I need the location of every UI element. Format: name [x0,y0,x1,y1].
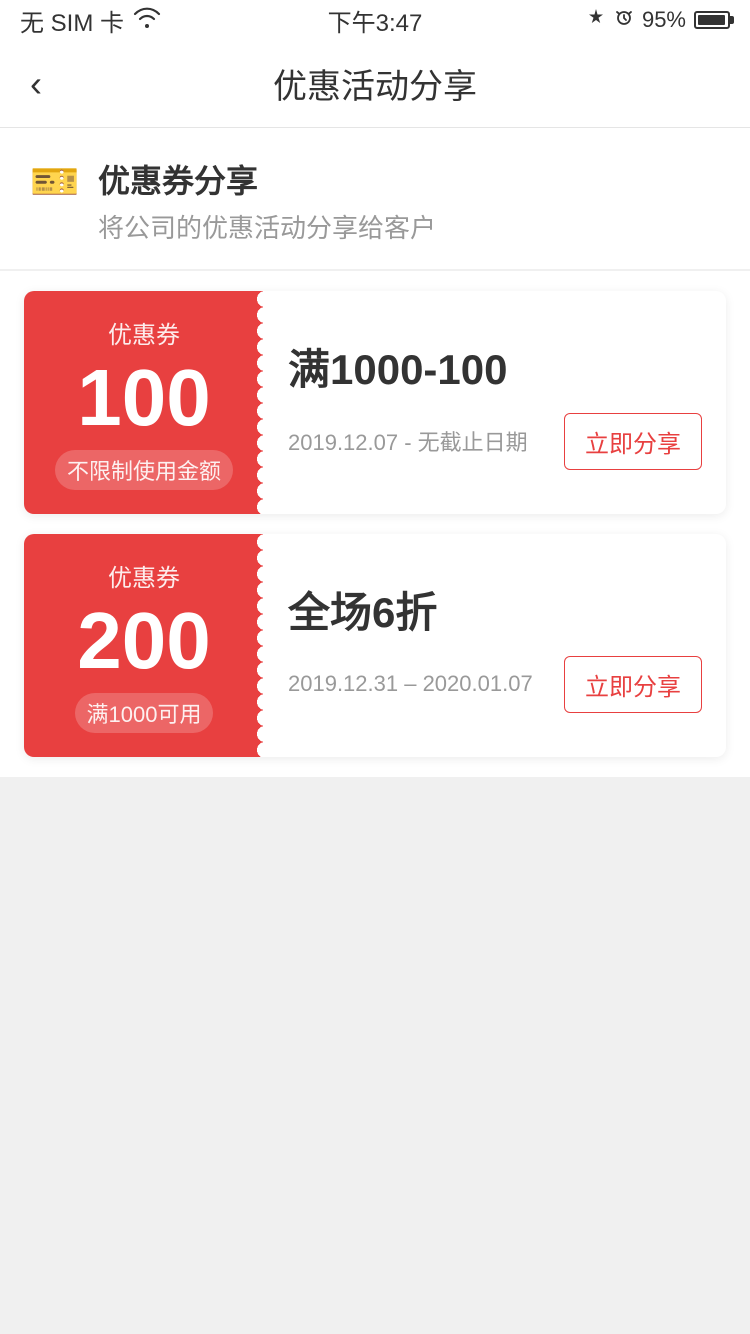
coupon-date: 2019.12.07 - 无截止日期 [288,425,554,457]
coupon-meta: 2019.12.31 – 2020.01.07 立即分享 [288,656,702,713]
section-subtitle: 将公司的优惠活动分享给客户 [98,208,436,245]
wifi-icon [132,6,162,35]
coupon-date: 2019.12.31 – 2020.01.07 [288,671,554,697]
coupon-meta: 2019.12.07 - 无截止日期 立即分享 [288,413,702,470]
section-text: 优惠券分享 将公司的优惠活动分享给客户 [98,156,436,245]
carrier-text: 无 SIM 卡 [20,3,124,38]
alarm-icon [614,7,634,33]
battery-icon [694,11,730,29]
location-icon [586,7,606,33]
share-button[interactable]: 立即分享 [564,656,702,713]
nav-bar: ‹ 优惠活动分享 [0,40,750,128]
coupon-title: 满1000-100 [288,336,702,397]
status-left: 无 SIM 卡 [20,3,162,38]
page-title: 优惠活动分享 [273,59,477,108]
status-bar: 无 SIM 卡 下午3:47 95% [0,0,750,40]
coupon-label: 优惠券 [108,558,180,593]
coupon-condition: 满1000可用 [75,693,214,733]
coupon-right: 满1000-100 2019.12.07 - 无截止日期 立即分享 [264,291,726,514]
coupon-title: 全场6折 [288,579,702,640]
coupon-list: 优惠券 100 不限制使用金额 满1000-100 2019.12.07 - 无… [0,271,750,777]
coupon-left: 优惠券 200 满1000可用 [24,534,264,757]
coupon-amount: 100 [77,358,210,438]
coupon-amount: 200 [77,601,210,681]
coupon-right: 全场6折 2019.12.31 – 2020.01.07 立即分享 [264,534,726,757]
battery-percent: 95% [642,7,686,33]
section-icon: 🎫 [30,158,82,210]
coupon-condition: 不限制使用金额 [55,450,233,490]
coupon-card: 优惠券 100 不限制使用金额 满1000-100 2019.12.07 - 无… [24,291,726,514]
share-button[interactable]: 立即分享 [564,413,702,470]
coupon-left: 优惠券 100 不限制使用金额 [24,291,264,514]
section-title: 优惠券分享 [98,156,436,202]
status-time: 下午3:47 [328,3,423,38]
coupon-label: 优惠券 [108,315,180,350]
back-button[interactable]: ‹ [30,63,42,105]
coupon-card: 优惠券 200 满1000可用 全场6折 2019.12.31 – 2020.0… [24,534,726,757]
status-right: 95% [586,7,730,33]
section-header: 🎫 优惠券分享 将公司的优惠活动分享给客户 [0,128,750,269]
